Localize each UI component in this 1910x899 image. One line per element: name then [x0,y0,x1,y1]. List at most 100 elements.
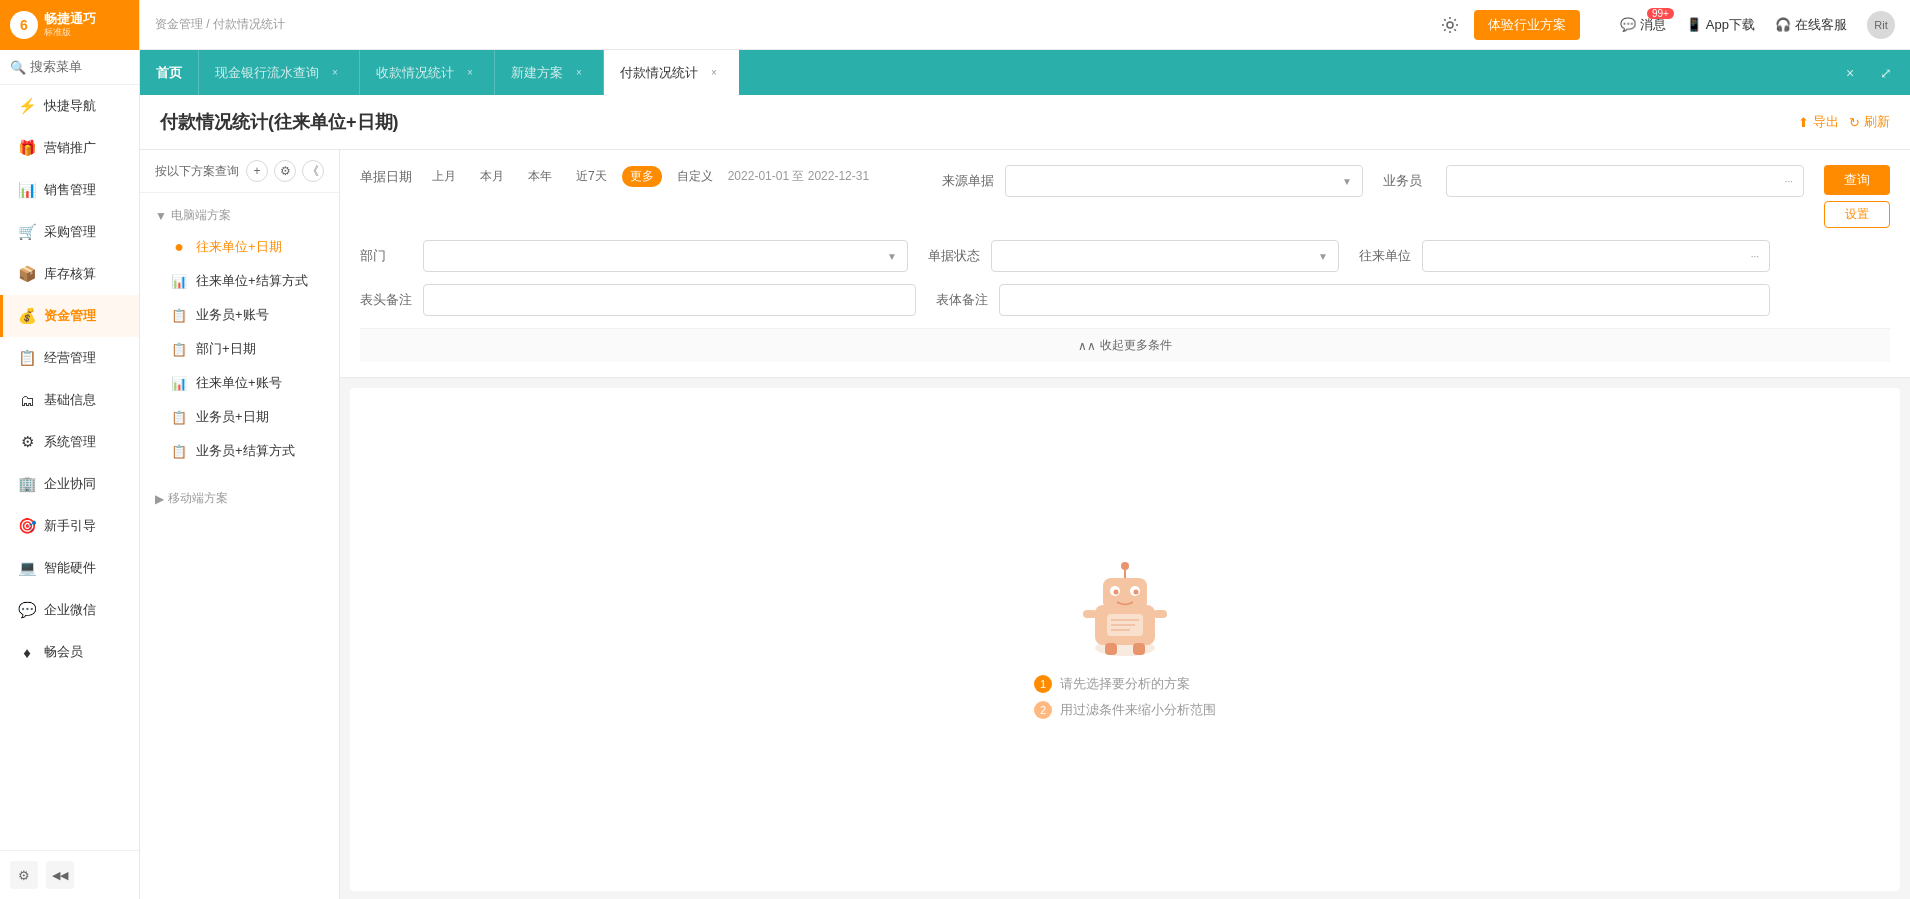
settings-btn[interactable]: 设置 [1824,201,1890,228]
date-last-7[interactable]: 近7天 [567,165,616,188]
app-download-btn[interactable]: 📱 App下载 [1686,16,1755,34]
tab-receipt[interactable]: 收款情况统计 × [360,50,495,95]
service-btn[interactable]: 🎧 在线客服 [1775,16,1847,34]
staff-arrow-icon: ··· [1785,176,1793,187]
voucher-status-select[interactable]: ▼ [991,240,1339,272]
date-this-month[interactable]: 本月 [471,165,513,188]
svg-rect-13 [1133,643,1145,655]
side-panel-add-btn[interactable]: + [246,160,268,182]
sidebar-collapse-btn[interactable]: ◀◀ [46,861,74,889]
empty-robot-icon [1065,560,1185,660]
dept-label: 部门 [360,247,415,265]
tab-close-new-scheme[interactable]: × [571,65,587,81]
scheme-item-partner-account[interactable]: 📊 往来单位+账号 [140,366,339,400]
partner-select[interactable]: ··· [1422,240,1770,272]
query-btn[interactable]: 查询 [1824,165,1890,195]
source-label: 来源单据 [942,172,997,190]
filter-item-date: 单据日期 上月 本月 本年 近7天 更多 自定义 2022-01-01 至 20… [360,165,922,188]
tab-close-receipt[interactable]: × [462,65,478,81]
tab-window-expand[interactable]: ⤢ [1872,59,1900,87]
tab-bank[interactable]: 现金银行流水查询 × [199,50,360,95]
guide-icon: 🎯 [18,517,36,535]
system-icon: ⚙ [18,433,36,451]
date-this-year[interactable]: 本年 [519,165,561,188]
tab-new-scheme[interactable]: 新建方案 × [495,50,604,95]
date-more[interactable]: 更多 [622,166,662,187]
side-panel-collapse-btn[interactable]: 《 [302,160,324,182]
staff-select[interactable]: ··· [1446,165,1804,197]
sidebar-item-system[interactable]: ⚙ 系统管理 [0,421,139,463]
sidebar-item-quick-nav[interactable]: ⚡ 快捷导航 [0,85,139,127]
scheme-item-dept-date[interactable]: 📋 部门+日期 [140,332,339,366]
filter-item-partner: 往来单位 ··· [1359,240,1770,272]
industry-btn[interactable]: 体验行业方案 [1474,10,1580,40]
page-header-actions: ⬆ 导出 ↻ 刷新 [1798,113,1890,131]
basic-icon: 🗂 [18,391,36,409]
empty-tip-2: 2 用过滤条件来缩小分析范围 [1034,701,1216,719]
refresh-btn[interactable]: ↻ 刷新 [1849,113,1890,131]
page-header: 付款情况统计(往来单位+日期) ⬆ 导出 ↻ 刷新 [140,95,1910,150]
sidebar-item-marketing[interactable]: 🎁 营销推广 [0,127,139,169]
quick-nav-icon: ⚡ [18,97,36,115]
filter-item-voucher-status: 单据状态 ▼ [928,240,1339,272]
purchase-icon: 🛒 [18,223,36,241]
sidebar-item-capital[interactable]: 💰 资金管理 [0,295,139,337]
sidebar-logo: 6 畅捷通巧 标准版 [0,0,139,50]
table-body-note-input[interactable] [999,284,1770,316]
dept-select[interactable]: ▼ [423,240,908,272]
tab-home[interactable]: 首页 [140,50,199,95]
topbar-settings-btn[interactable] [1436,11,1464,39]
svg-point-5 [1121,562,1129,570]
scheme-group-mobile-title[interactable]: ▶ 移动端方案 [140,484,339,513]
sidebar-item-sales[interactable]: 📊 销售管理 [0,169,139,211]
tab-close-payment[interactable]: × [706,65,722,81]
app-icon: 📱 [1686,17,1702,32]
scheme-item-staff-date[interactable]: 📋 业务员+日期 [140,400,339,434]
scheme-item-staff-settlement[interactable]: 📋 业务员+结算方式 [140,434,339,468]
sidebar-item-basic[interactable]: 🗂 基础信息 [0,379,139,421]
sidebar-settings-btn[interactable]: ⚙ [10,861,38,889]
scheme-item-partner-date[interactable]: ● 往来单位+日期 [140,230,339,264]
scheme-item-partner-settlement[interactable]: 📊 往来单位+结算方式 [140,264,339,298]
sidebar-item-enterprise[interactable]: 🏢 企业协同 [0,463,139,505]
table-header-note-input[interactable] [423,284,916,316]
source-select[interactable]: ▼ [1005,165,1363,197]
sidebar-item-hardware[interactable]: 💻 智能硬件 [0,547,139,589]
filter-main: 单据日期 上月 本月 本年 近7天 更多 自定义 2022-01-01 至 20… [340,150,1910,899]
sidebar-item-weixin[interactable]: 💬 企业微信 [0,589,139,631]
capital-icon: 💰 [18,307,36,325]
scheme-item-staff-account[interactable]: 📋 业务员+账号 [140,298,339,332]
refresh-icon: ↻ [1849,115,1860,130]
topbar-breadcrumb: 资金管理 / 付款情况统计 [155,16,1426,33]
side-panel-settings-btn[interactable]: ⚙ [274,160,296,182]
operation-icon: 📋 [18,349,36,367]
source-arrow-icon: ▼ [1342,176,1352,187]
inventory-icon: 📦 [18,265,36,283]
tab-close-bank[interactable]: × [327,65,343,81]
svg-point-0 [1447,22,1453,28]
tab-payment[interactable]: 付款情况统计 × [604,50,739,95]
sidebar-item-guide[interactable]: 🎯 新手引导 [0,505,139,547]
filter-item-table-body-note: 表体备注 [936,284,1770,316]
svg-rect-12 [1105,643,1117,655]
sidebar-item-inventory[interactable]: 📦 库存核算 [0,253,139,295]
scheme-group-desktop-title[interactable]: ▼ 电脑端方案 [140,201,339,230]
sidebar-item-vip[interactable]: ♦ 畅会员 [0,631,139,673]
search-icon: 🔍 [10,60,26,75]
service-icon: 🎧 [1775,17,1791,32]
sidebar-item-purchase[interactable]: 🛒 采购管理 [0,211,139,253]
vip-icon: ♦ [18,643,36,661]
hardware-icon: 💻 [18,559,36,577]
tab-window-close[interactable]: × [1836,59,1864,87]
message-btn[interactable]: 💬 消息 99+ [1620,16,1666,34]
user-avatar[interactable]: Rit [1867,11,1895,39]
filter-item-source: 来源单据 ▼ [942,165,1363,197]
date-prev-month[interactable]: 上月 [423,165,465,188]
page-title: 付款情况统计(往来单位+日期) [160,110,399,134]
sidebar-search[interactable]: 🔍 搜索菜单 [0,50,139,85]
filter-row-3: 表头备注 表体备注 [360,284,1890,316]
sidebar-item-operation[interactable]: 📋 经营管理 [0,337,139,379]
date-custom[interactable]: 自定义 [668,165,722,188]
export-btn[interactable]: ⬆ 导出 [1798,113,1839,131]
collapse-more-btn[interactable]: ∧∧ 收起更多条件 [360,328,1890,362]
